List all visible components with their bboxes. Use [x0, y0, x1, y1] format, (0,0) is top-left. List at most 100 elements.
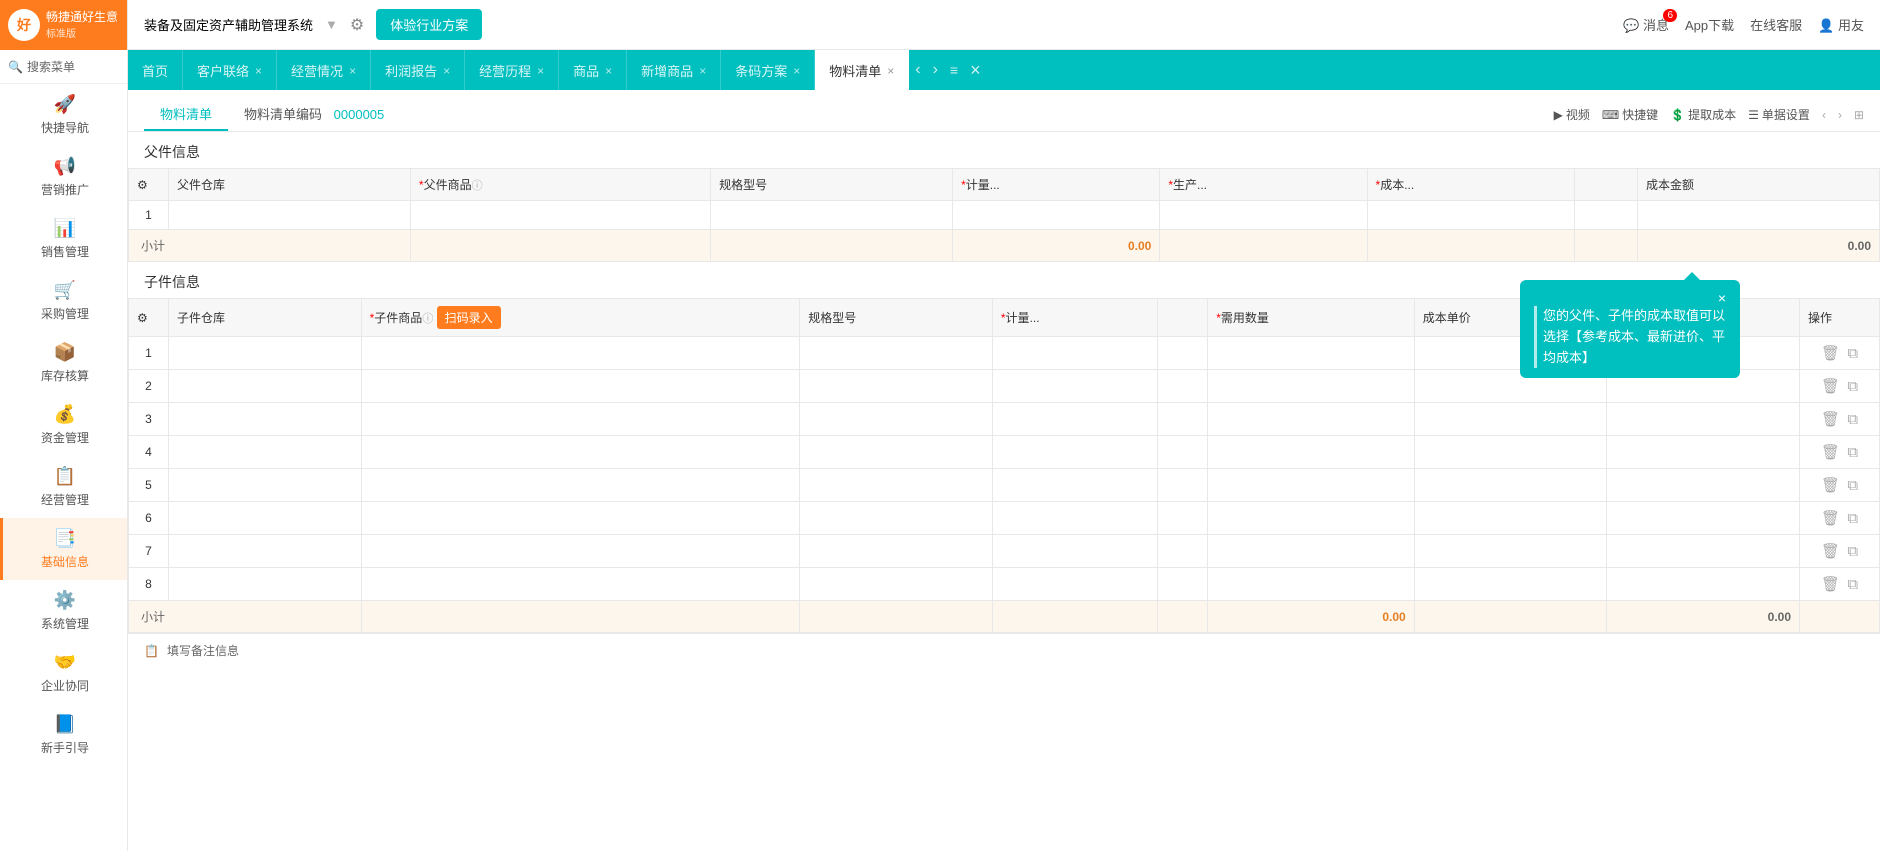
child-copy-btn-4[interactable]: ⧉ [1847, 444, 1858, 461]
child-settings-col[interactable]: ⚙ [129, 299, 169, 337]
tab-operations[interactable]: 经营情况 × [277, 50, 371, 90]
tab-history[interactable]: 经营历程 × [465, 50, 559, 90]
child-warehouse-cell-2[interactable] [169, 370, 362, 403]
child-quantity-cell-7[interactable] [1208, 535, 1414, 568]
child-warehouse-cell-7[interactable] [169, 535, 362, 568]
child-spec-cell-5[interactable] [800, 469, 993, 502]
nav-prev-icon[interactable]: ‹ [1822, 108, 1826, 122]
child-delete-btn-5[interactable]: 🗑 [1821, 476, 1840, 494]
child-unit-cost-cell-4[interactable] [1414, 436, 1607, 469]
child-quantity-cell-4[interactable] [1208, 436, 1414, 469]
tab-bom-close[interactable]: × [887, 63, 894, 78]
tab-barcode-close[interactable]: × [793, 63, 800, 78]
video-btn[interactable]: ▶ 视频 [1554, 106, 1590, 123]
child-copy-btn-7[interactable]: ⧉ [1847, 543, 1858, 560]
app-download[interactable]: App下载 [1685, 15, 1734, 34]
child-product-cell-5[interactable] [361, 469, 800, 502]
sidebar-item-sales[interactable]: 📊 销售管理 [0, 208, 127, 270]
extract-cost-btn[interactable]: 💲 提取成本 [1670, 106, 1736, 123]
search-menu[interactable]: 🔍 搜索菜单 [0, 50, 127, 84]
child-quantity-cell-5[interactable] [1208, 469, 1414, 502]
child-warehouse-cell-4[interactable] [169, 436, 362, 469]
child-product-cell-8[interactable] [361, 568, 800, 601]
child-delete-btn-4[interactable]: 🗑 [1821, 443, 1840, 461]
child-delete-btn-6[interactable]: 🗑 [1821, 509, 1840, 527]
scan-button[interactable]: 扫码录入 [437, 306, 501, 329]
subtab-list[interactable]: 物料清单 [144, 98, 228, 131]
child-warehouse-cell-8[interactable] [169, 568, 362, 601]
child-unit-cost-cell-7[interactable] [1414, 535, 1607, 568]
child-unit-cost-cell-6[interactable] [1414, 502, 1607, 535]
child-spec-cell-2[interactable] [800, 370, 993, 403]
tab-history-close[interactable]: × [537, 63, 544, 78]
child-unit-cell-1[interactable] [992, 337, 1157, 370]
shortcut-btn[interactable]: ⌨ 快捷键 [1602, 106, 1658, 123]
child-unit-cell-5[interactable] [992, 469, 1157, 502]
single-settings-btn[interactable]: ☰ 单据设置 [1748, 106, 1810, 123]
parent-warehouse-cell[interactable] [169, 201, 411, 230]
child-quantity-cell-1[interactable] [1208, 337, 1414, 370]
parent-product-cell[interactable] [410, 201, 710, 230]
child-copy-btn-8[interactable]: ⧉ [1847, 576, 1858, 593]
child-copy-btn-5[interactable]: ⧉ [1847, 477, 1858, 494]
sidebar-item-operations[interactable]: 📋 经营管理 [0, 456, 127, 518]
child-product-cell-6[interactable] [361, 502, 800, 535]
tooltip-close-button[interactable]: × [1718, 290, 1726, 306]
parent-spec-cell[interactable] [711, 201, 953, 230]
child-delete-btn-7[interactable]: 🗑 [1821, 542, 1840, 560]
tab-close-all-icon[interactable]: × [964, 60, 987, 81]
child-spec-cell-6[interactable] [800, 502, 993, 535]
sidebar-item-basic[interactable]: 📑 基础信息 [0, 518, 127, 580]
child-unit-cell-8[interactable] [992, 568, 1157, 601]
sidebar-item-guide[interactable]: 📘 新手引导 [0, 704, 127, 766]
sidebar-item-purchase[interactable]: 🛒 采购管理 [0, 270, 127, 332]
child-delete-btn-8[interactable]: 🗑 [1821, 575, 1840, 593]
tab-next-icon[interactable]: › [927, 61, 944, 79]
trial-button[interactable]: 体验行业方案 [376, 9, 482, 40]
tab-profit-close[interactable]: × [443, 63, 450, 78]
child-delete-btn-1[interactable]: 🗑 [1821, 344, 1840, 362]
message-area[interactable]: 💬 消息 6 [1623, 15, 1669, 34]
child-spec-cell-7[interactable] [800, 535, 993, 568]
tab-newgoods-close[interactable]: × [699, 63, 706, 78]
child-unit-cell-2[interactable] [992, 370, 1157, 403]
child-spec-cell-1[interactable] [800, 337, 993, 370]
sidebar-item-quicknav[interactable]: 🚀 快捷导航 [0, 84, 127, 146]
child-product-cell-4[interactable] [361, 436, 800, 469]
tab-home[interactable]: 首页 [128, 50, 183, 90]
child-unit-cost-cell-5[interactable] [1414, 469, 1607, 502]
child-product-cell-2[interactable] [361, 370, 800, 403]
dropdown-arrow-icon[interactable]: ▼ [325, 17, 338, 32]
child-product-cell-1[interactable] [361, 337, 800, 370]
sidebar-item-enterprise[interactable]: 🤝 企业协同 [0, 642, 127, 704]
child-quantity-cell-3[interactable] [1208, 403, 1414, 436]
child-copy-btn-6[interactable]: ⧉ [1847, 510, 1858, 527]
child-delete-btn-3[interactable]: 🗑 [1821, 410, 1840, 428]
child-quantity-cell-8[interactable] [1208, 568, 1414, 601]
parent-unit-cell[interactable] [953, 201, 1160, 230]
child-warehouse-cell-3[interactable] [169, 403, 362, 436]
child-unit-cell-6[interactable] [992, 502, 1157, 535]
child-product-cell-3[interactable] [361, 403, 800, 436]
child-copy-btn-3[interactable]: ⧉ [1847, 411, 1858, 428]
tab-profit[interactable]: 利润报告 × [371, 50, 465, 90]
child-warehouse-cell-6[interactable] [169, 502, 362, 535]
tab-barcode[interactable]: 条码方案 × [721, 50, 815, 90]
sidebar-item-marketing[interactable]: 📢 营销推广 [0, 146, 127, 208]
child-unit-cell-4[interactable] [992, 436, 1157, 469]
child-quantity-cell-2[interactable] [1208, 370, 1414, 403]
online-service[interactable]: 在线客服 [1750, 15, 1802, 34]
sidebar-item-system[interactable]: ⚙️ 系统管理 [0, 580, 127, 642]
tab-bom[interactable]: 物料清单 × [815, 50, 909, 90]
parent-settings-col[interactable]: ⚙ [129, 169, 169, 201]
sidebar-item-inventory[interactable]: 📦 库存核算 [0, 332, 127, 394]
tab-newgoods[interactable]: 新增商品 × [627, 50, 721, 90]
grid-icon[interactable]: ⊞ [1854, 108, 1864, 122]
tab-operations-close[interactable]: × [349, 63, 356, 78]
tab-customer[interactable]: 客户联络 × [183, 50, 277, 90]
child-copy-btn-2[interactable]: ⧉ [1847, 378, 1858, 395]
tab-prev-icon[interactable]: ‹ [909, 61, 926, 79]
tab-goods-close[interactable]: × [605, 63, 612, 78]
child-unit-cell-3[interactable] [992, 403, 1157, 436]
parent-cost-cell[interactable] [1367, 201, 1574, 230]
